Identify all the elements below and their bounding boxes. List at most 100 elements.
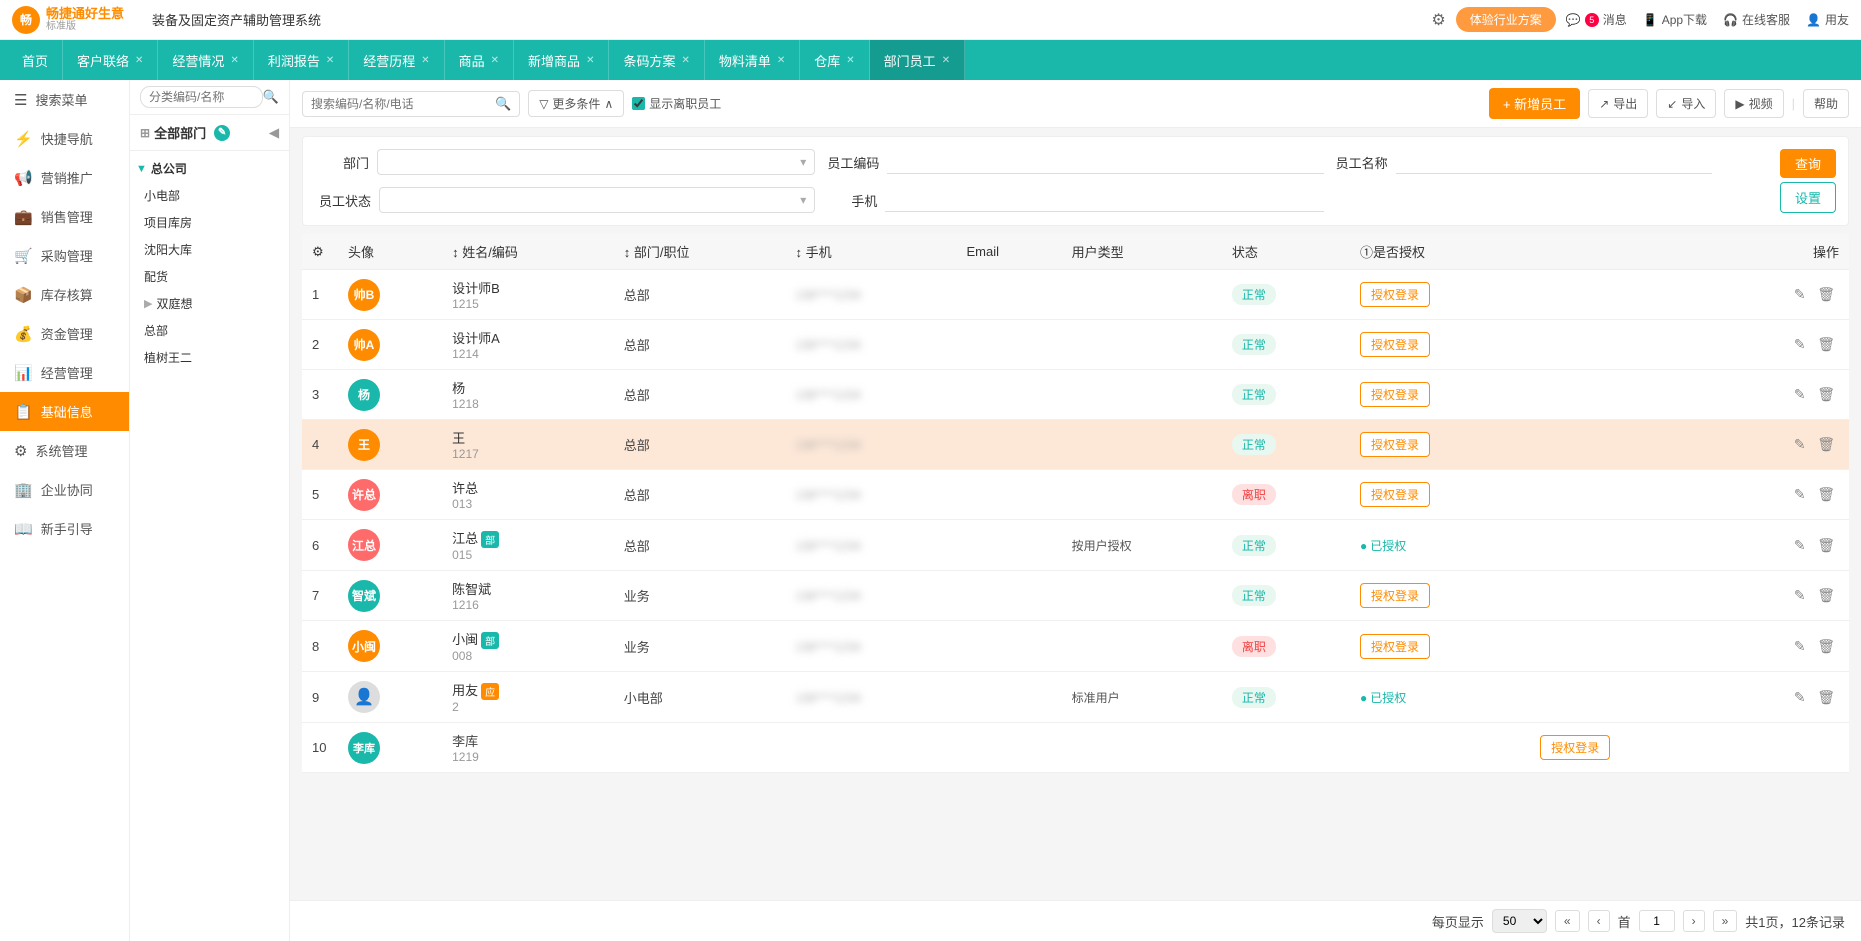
prev-page-button[interactable]: ‹ [1588,910,1610,932]
nav-tab-employees[interactable]: 部门员工✕ [870,40,965,80]
more-filter-button[interactable]: ▽ 更多条件 ∧ [528,90,624,117]
nav-tab-barcode[interactable]: 条码方案✕ [609,40,704,80]
edit-button[interactable]: ✎ [1790,687,1810,708]
col-dept[interactable]: ↕ 部门/职位 [614,234,786,270]
nav-tab-customer[interactable]: 客户联络✕ [63,40,158,80]
online-service-button[interactable]: 🎧 在线客服 [1723,11,1790,28]
edit-button[interactable]: ✎ [1790,535,1810,556]
tab-close-addgoods[interactable]: ✕ [586,55,594,66]
sidebar-item-basic[interactable]: 📋基础信息 [0,392,129,431]
edit-button[interactable]: ✎ [1790,585,1810,606]
dept-node-project[interactable]: 项目库房 [130,209,289,236]
tab-close-employees[interactable]: ✕ [942,55,950,66]
sidebar-item-capital[interactable]: 💰资金管理 [0,314,129,353]
sidebar-item-operation[interactable]: 📊经营管理 [0,353,129,392]
tab-close-customer[interactable]: ✕ [135,55,143,66]
help-button[interactable]: 帮助 [1803,89,1849,118]
delete-button[interactable]: 🗑 [1813,535,1839,556]
tab-close-process[interactable]: ✕ [421,55,429,66]
delete-button[interactable]: 🗑 [1813,636,1839,657]
nav-tab-materials[interactable]: 物料清单✕ [705,40,800,80]
dept-search-input[interactable] [140,86,263,108]
search-input[interactable] [311,97,491,111]
tab-close-materials[interactable]: ✕ [777,55,785,66]
tab-close-goods[interactable]: ✕ [491,55,499,66]
import-button[interactable]: ↙ 导入 [1656,89,1716,118]
sidebar-item-inventory[interactable]: 📦库存核算 [0,275,129,314]
dept-node-plantking[interactable]: 植树王二 [130,344,289,371]
edit-button[interactable]: ✎ [1790,636,1810,657]
nav-tab-warehouse[interactable]: 仓库✕ [800,40,869,80]
user-menu[interactable]: 👤 用友 [1806,11,1849,28]
tab-close-profit[interactable]: ✕ [326,55,334,66]
tab-close-barcode[interactable]: ✕ [681,55,689,66]
export-button[interactable]: ↗ 导出 [1588,89,1648,118]
nav-tab-finance[interactable]: 经营情况✕ [158,40,253,80]
grant-login-button[interactable]: 授权登录 [1360,482,1430,507]
grant-login-button[interactable]: 授权登录 [1540,735,1610,760]
add-employee-button[interactable]: + 新增员工 [1489,88,1580,119]
sidebar-item-shortcut[interactable]: ⚡快捷导航 [0,119,129,158]
settings-button[interactable]: ⚙ [1431,10,1445,30]
delete-button[interactable]: 🗑 [1813,585,1839,606]
grant-login-button[interactable]: 授权登录 [1360,583,1430,608]
per-page-select[interactable]: 50 100 [1492,909,1547,933]
grant-login-button[interactable]: 授权登录 [1360,282,1430,307]
delete-button[interactable]: 🗑 [1813,334,1839,355]
message-button[interactable]: 💬 5 消息 [1566,11,1627,28]
edit-button[interactable]: ✎ [1790,384,1810,405]
dept-edit-icon[interactable]: ✎ [214,125,230,141]
dept-node-shenyang[interactable]: 沈阳大库 [130,236,289,263]
query-button[interactable]: 查询 [1780,149,1836,178]
edit-button[interactable]: ✎ [1790,334,1810,355]
emp-code-input[interactable] [887,151,1323,174]
dept-collapse-button[interactable]: ◀ [269,125,279,141]
edit-button[interactable]: ✎ [1790,434,1810,455]
sidebar-item-purchase[interactable]: 🛒采购管理 [0,236,129,275]
last-page-button[interactable]: » [1713,910,1738,932]
trial-button[interactable]: 体验行业方案 [1456,7,1556,32]
tab-close-warehouse[interactable]: ✕ [846,55,854,66]
col-name[interactable]: ↕ 姓名/编码 [442,234,614,270]
nav-tab-addgoods[interactable]: 新增商品✕ [514,40,609,80]
page-input[interactable] [1639,910,1675,932]
grant-login-button[interactable]: 授权登录 [1360,634,1430,659]
delete-button[interactable]: 🗑 [1813,484,1839,505]
next-page-button[interactable]: › [1683,910,1705,932]
dept-node-delivery[interactable]: 配货 [130,263,289,290]
edit-button[interactable]: ✎ [1790,484,1810,505]
phone-input[interactable] [885,189,1323,212]
dept-node-shuangcheng[interactable]: ▶ 双庭想 [130,290,289,317]
delete-button[interactable]: 🗑 [1813,434,1839,455]
dept-node-xiaodian[interactable]: 小电部 [130,182,289,209]
tab-close-finance[interactable]: ✕ [230,55,238,66]
first-page-button[interactable]: « [1555,910,1580,932]
dept-node-head[interactable]: 总部 [130,317,289,344]
app-download-button[interactable]: 📱 App下载 [1643,11,1707,28]
nav-tab-process[interactable]: 经营历程✕ [349,40,444,80]
delete-button[interactable]: 🗑 [1813,687,1839,708]
emp-name-input[interactable] [1396,151,1712,174]
nav-tab-home[interactable]: 首页 [8,40,63,80]
delete-button[interactable]: 🗑 [1813,384,1839,405]
grant-login-button[interactable]: 授权登录 [1360,382,1430,407]
sidebar-item-marketing[interactable]: 📢营销推广 [0,158,129,197]
emp-status-select[interactable]: ▾ [379,187,815,213]
col-settings[interactable]: ⚙ [302,234,338,270]
col-phone[interactable]: ↕ 手机 [785,234,956,270]
show-resigned-checkbox[interactable]: 显示离职员工 [632,95,721,112]
edit-button[interactable]: ✎ [1790,284,1810,305]
sidebar-item-search[interactable]: ☰搜索菜单 [0,80,129,119]
sidebar-item-enterprise[interactable]: 🏢企业协同 [0,470,129,509]
nav-tab-goods[interactable]: 商品✕ [445,40,514,80]
grant-login-button[interactable]: 授权登录 [1360,432,1430,457]
set-button[interactable]: 设置 [1780,182,1836,213]
sidebar-item-guide[interactable]: 📖新手引导 [0,509,129,548]
nav-tab-profit[interactable]: 利润报告✕ [254,40,349,80]
dept-filter-select[interactable]: ▾ [377,149,815,175]
sidebar-item-system[interactable]: ⚙系统管理 [0,431,129,470]
sidebar-item-sales[interactable]: 💼销售管理 [0,197,129,236]
grant-login-button[interactable]: 授权登录 [1360,332,1430,357]
delete-button[interactable]: 🗑 [1813,284,1839,305]
view-button[interactable]: ▶ 视频 [1724,89,1783,118]
